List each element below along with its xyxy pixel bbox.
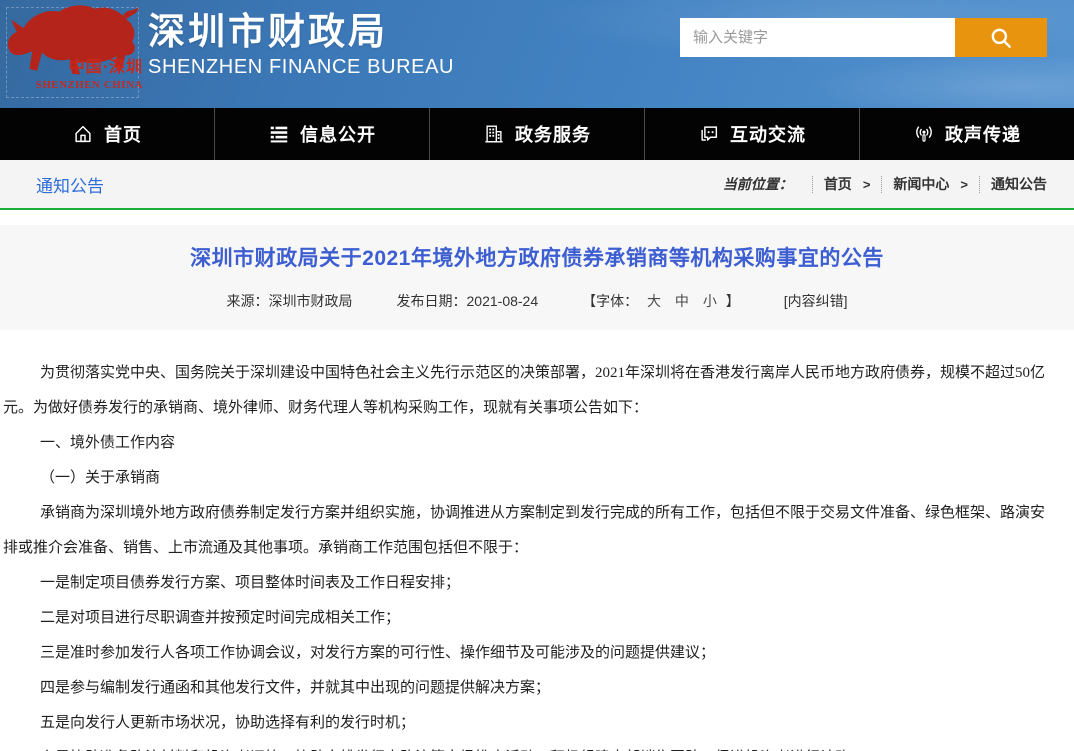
site-title: 深圳市财政局 [148,11,388,52]
article-paragraph: （一）关于承销商 [40,470,161,486]
font-size-large-button[interactable]: 大 [647,293,661,309]
chat-icon [698,123,720,145]
article-title: 深圳市财政局关于2021年境外地方政府债券承销商等机构采购事宜的公告 [190,247,884,270]
search-button[interactable] [955,18,1047,57]
search-input[interactable] [680,18,955,57]
page: 中国·深圳 SHENZHEN CHINA 深圳市财政局 SHENZHEN FIN… [0,0,1074,751]
article-paragraph: 二是对项目进行尽职调查并按预定时间完成相关工作； [40,610,401,626]
main-nav: 首页 信息公开 政务服务 互动交流 政声传递 [0,108,1074,160]
article-paragraph: 承销商为深圳境外地方政府债券制定发行方案并组织实施，协调推进从方案制定到发行完成… [3,505,1046,556]
logo-text-cn: 中国·深圳 [68,59,143,76]
nav-item-gov-voice[interactable]: 政声传递 [859,108,1074,160]
site-title-block: 深圳市财政局 SHENZHEN FINANCE BUREAU [148,9,454,79]
nav-item-info-disclosure[interactable]: 信息公开 [214,108,429,160]
search-icon [988,25,1014,51]
article-paragraph: 三是准时参加发行人各项工作协调会议，对发行方案的可行性、操作细节及可能涉及的问题… [40,645,716,661]
breadcrumb-news-center[interactable]: 新闻中心 [893,174,949,194]
font-size-label-open: 【字体： [582,293,639,309]
nav-item-label: 政务服务 [515,125,591,145]
breadcrumb-divider [881,175,883,193]
nav-item-label: 互动交流 [730,125,806,145]
breadcrumb-home[interactable]: 首页 [824,174,852,194]
logo-text-en: SHENZHEN CHINA [35,80,143,91]
font-size-controls: 【字体： 大 中 小 】 [582,291,740,311]
nav-item-interaction[interactable]: 互动交流 [644,108,859,160]
font-size-small-button[interactable]: 小 [703,293,717,309]
site-subtitle: SHENZHEN FINANCE BUREAU [148,56,455,78]
main-content: 深圳市财政局关于2021年境外地方政府债券承销商等机构采购事宜的公告 来源：深圳… [0,225,1074,751]
article-body: 为贯彻落实党中央、国务院关于深圳建设中国特色社会主义先行示范区的决策部署，202… [0,330,1074,751]
article-paragraph: 一是制定项目债券发行方案、项目整体时间表及工作日程安排； [40,575,461,591]
home-icon [72,123,94,145]
article-meta: 来源：深圳市财政局 发布日期：2021-08-24 【字体： 大 中 小 】 [… [0,291,1074,311]
channel-title[interactable]: 通知公告 [36,172,104,197]
site-header: 中国·深圳 SHENZHEN CHINA 深圳市财政局 SHENZHEN FIN… [0,0,1074,108]
article-paragraph: 五是向发行人更新市场状况，协助选择有利的发行时机； [40,715,416,731]
article-paragraph: 一、境外债工作内容 [40,435,176,451]
nav-item-home[interactable]: 首页 [0,108,214,160]
article-source: 来源：深圳市财政局 [226,293,353,309]
font-size-medium-button[interactable]: 中 [675,293,689,309]
nav-item-label: 首页 [104,125,142,145]
article-date: 发布日期：2021-08-24 [396,293,539,309]
broadcast-icon [913,123,935,145]
article-paragraph: 六是协助准备路演材料和投资者问答，协助安排发行人路演等市场推广活动，积极组建内部… [3,741,1048,751]
breadcrumb-divider [979,175,980,193]
breadcrumb: 当前位置： 首页 > 新闻中心 > 通知公告 [723,174,1047,194]
article-paragraph: 为贯彻落实党中央、国务院关于深圳建设中国特色社会主义先行示范区的决策部署，202… [3,365,1046,416]
article-paragraph: 四是参与编制发行通函和其他发行文件，并就其中出现的问题提供解决方案； [40,680,551,696]
shenzhen-bull-logo[interactable]: 中国·深圳 SHENZHEN CHINA [2,3,145,104]
search-bar [680,18,1047,57]
content-correction-button[interactable]: [内容纠错] [784,291,848,311]
breadcrumb-separator: > [862,176,871,192]
nav-item-services[interactable]: 政务服务 [429,108,644,160]
article-header-panel: 深圳市财政局关于2021年境外地方政府债券承销商等机构采购事宜的公告 来源：深圳… [0,225,1074,330]
breadcrumb-divider [811,175,813,193]
nav-item-label: 政声传递 [945,125,1021,145]
building-icon [483,123,505,145]
info-list-icon [268,123,290,145]
breadcrumb-location-label: 当前位置： [722,176,793,192]
breadcrumb-notices[interactable]: 通知公告 [991,174,1047,194]
nav-item-label: 信息公开 [300,125,376,145]
breadcrumb-bar: 通知公告 当前位置： 首页 > 新闻中心 > 通知公告 [0,160,1074,210]
font-size-label-close: 】 [725,293,740,309]
breadcrumb-separator: > [960,176,968,192]
